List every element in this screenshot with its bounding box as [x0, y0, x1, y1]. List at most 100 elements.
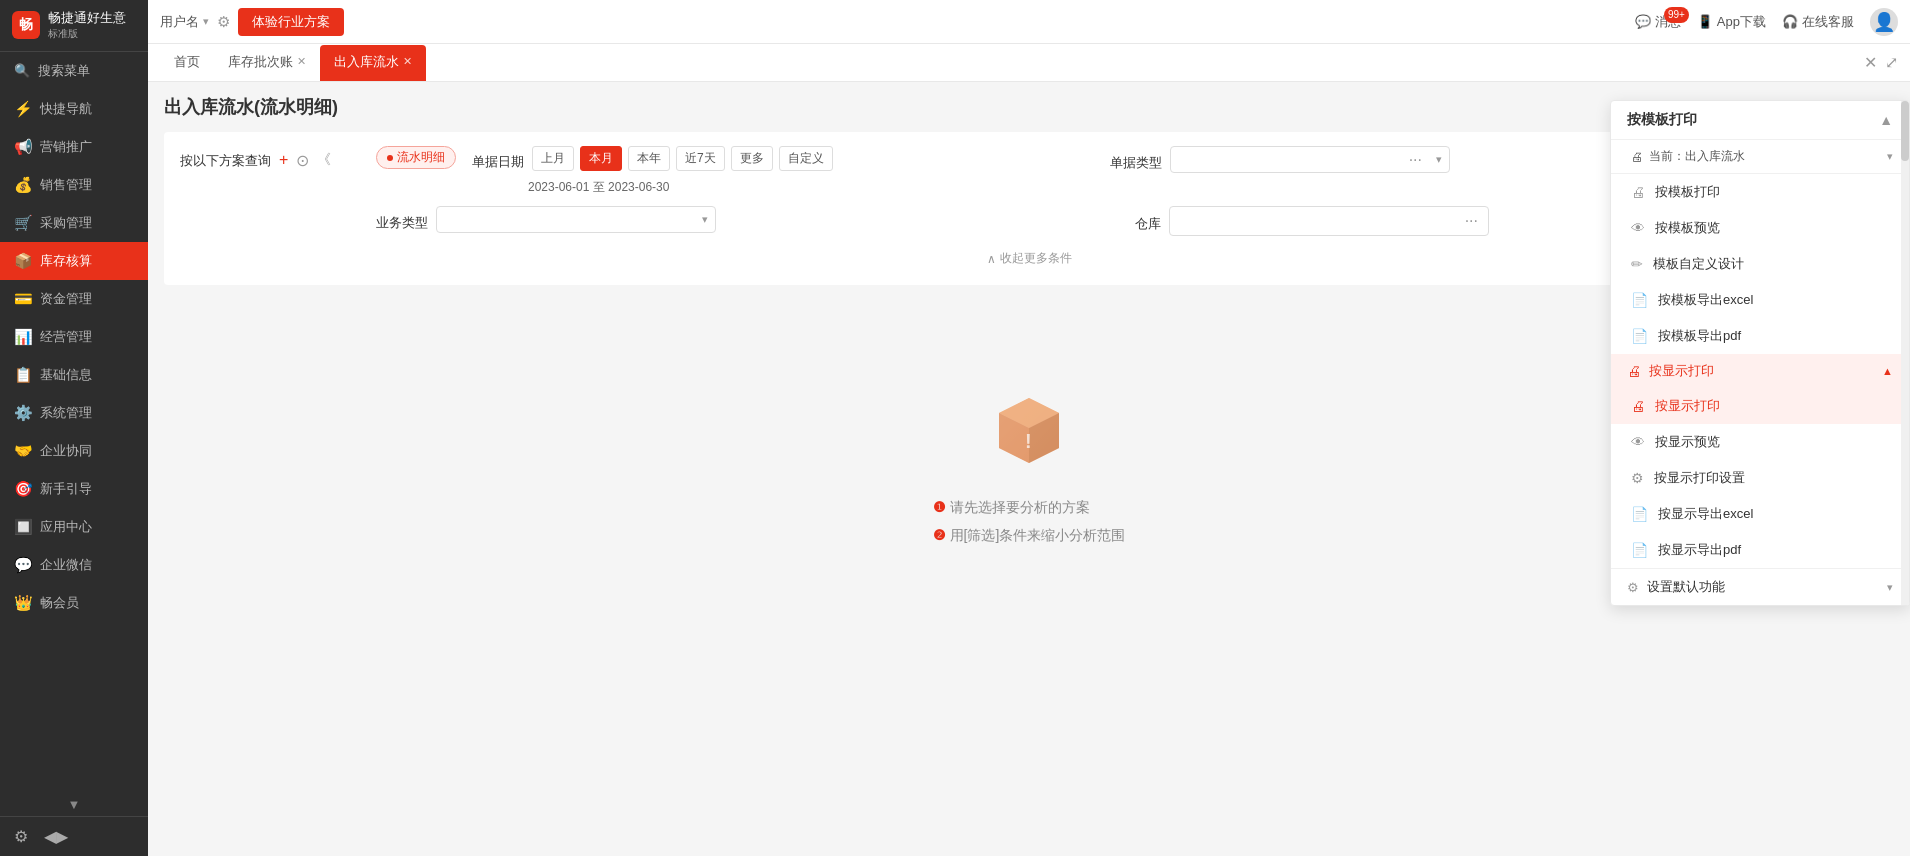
template-excel-icon: 📄 [1631, 292, 1648, 308]
bottom-toggle-icon[interactable]: ◀▶ [44, 827, 68, 846]
dropdown-item-display-pdf[interactable]: 📄 按显示导出pdf [1611, 532, 1909, 568]
sidebar-scroll-down[interactable]: ▼ [0, 793, 148, 816]
beginner-icon: 🎯 [14, 480, 32, 498]
dropdown-item-display-print-settings[interactable]: ⚙ 按显示打印设置 [1611, 460, 1909, 496]
dropdown-item-display-excel[interactable]: 📄 按显示导出excel [1611, 496, 1909, 532]
dropdown-footer[interactable]: ⚙ 设置默认功能 ▾ [1611, 568, 1909, 605]
sidebar-item-operation[interactable]: 📊 经营管理 [0, 318, 148, 356]
sales-icon: 💰 [14, 176, 32, 194]
dropdown-scrollbar-thumb [1901, 101, 1909, 161]
system-icon: ⚙️ [14, 404, 32, 422]
operation-icon: 📊 [14, 328, 32, 346]
display-excel-icon: 📄 [1631, 506, 1648, 522]
business-type-select-wrapper: ▾ [436, 206, 716, 233]
filter-add-btn[interactable]: + [279, 147, 288, 169]
topbar: 用户名 ▾ ⚙ 体验行业方案 💬 消息 99+ 📱 App下载 🎧 在线客服 👤 [148, 0, 1910, 44]
warehouse-more-icon[interactable]: ··· [1465, 212, 1478, 230]
sidebar-item-purchase[interactable]: 🛒 采购管理 [0, 204, 148, 242]
dropdown-item-template-excel[interactable]: 📄 按模板导出excel [1611, 282, 1909, 318]
warehouse-label: 仓库 [1135, 209, 1161, 233]
dropdown-item-display-print[interactable]: 🖨 按显示打印 [1611, 388, 1909, 424]
dropdown-section2-header[interactable]: 🖨 按显示打印 ▲ [1611, 354, 1909, 388]
trial-btn[interactable]: 体验行业方案 [238, 8, 344, 36]
print-dropdown: 按模板打印 ▲ 🖨 当前：出入库流水 ▾ 🖨 按模板打印 👁 按模板预览 ✏ [1610, 100, 1910, 606]
template-print-icon: 🖨 [1631, 184, 1645, 200]
sidebar-item-inventory[interactable]: 📦 库存核算 [0, 242, 148, 280]
app-center-icon: 🔲 [14, 518, 32, 536]
date-btn-last-month[interactable]: 上月 [532, 146, 574, 171]
tabs-bar: 首页 库存批次账 ✕ 出入库流水 ✕ ✕ ⤢ [148, 44, 1910, 82]
avatar[interactable]: 👤 [1870, 8, 1898, 36]
topbar-gear-icon[interactable]: ⚙ [217, 13, 230, 31]
dropdown-collapse-icon[interactable]: ▲ [1879, 112, 1893, 128]
display-print-section-icon: 🖨 [1627, 363, 1641, 379]
date-btn-custom[interactable]: 自定义 [779, 146, 833, 171]
filter-collapse-icon[interactable]: 《 [317, 147, 331, 169]
topbar-left: 用户名 ▾ ⚙ 体验行业方案 [160, 8, 1627, 36]
doc-type-select-wrapper: ▾ ··· [1170, 146, 1450, 173]
search-menu[interactable]: 🔍 搜索菜单 [0, 52, 148, 90]
sidebar-item-sales[interactable]: 💰 销售管理 [0, 166, 148, 204]
dropdown-item-template-preview[interactable]: 👁 按模板预览 [1611, 210, 1909, 246]
app-download-btn[interactable]: 📱 App下载 [1697, 13, 1766, 31]
sidebar-item-basic[interactable]: 📋 基础信息 [0, 356, 148, 394]
doc-type-more-icon[interactable]: ··· [1409, 151, 1422, 169]
user-avatar-icon: 👤 [1873, 11, 1895, 33]
tab-inventory-flow[interactable]: 出入库流水 ✕ [320, 45, 426, 81]
date-btn-this-month[interactable]: 本月 [580, 146, 622, 171]
sidebar-item-quick-nav[interactable]: ⚡ 快捷导航 [0, 90, 148, 128]
sidebar-item-cooperation[interactable]: 🤝 企业协同 [0, 432, 148, 470]
page-title: 出入库流水(流水明细) [164, 95, 338, 119]
inventory-icon: 📦 [14, 252, 32, 270]
sidebar-logo: 畅 畅捷通好生意 标准版 [0, 0, 148, 52]
dropdown-item-display-preview[interactable]: 👁 按显示预览 [1611, 424, 1909, 460]
tab-close-inventory-flow[interactable]: ✕ [403, 55, 412, 68]
dropdown-current-template[interactable]: 🖨 当前：出入库流水 ▾ [1611, 140, 1909, 173]
sidebar-bottom: ⚙ ◀▶ [0, 816, 148, 856]
user-dropdown-arrow[interactable]: ▾ [203, 15, 209, 28]
date-btn-7days[interactable]: 近7天 [676, 146, 725, 171]
tab-expand-btn[interactable]: ⤢ [1885, 53, 1898, 72]
warehouse-field[interactable]: ··· [1169, 206, 1489, 236]
tab-inventory-batch[interactable]: 库存批次账 ✕ [214, 45, 320, 81]
sidebar-item-system[interactable]: ⚙️ 系统管理 [0, 394, 148, 432]
sidebar-item-beginner[interactable]: 🎯 新手引导 [0, 470, 148, 508]
tag-dot [387, 155, 393, 161]
tab-close-window-btn[interactable]: ✕ [1864, 53, 1877, 72]
filter-tag[interactable]: 流水明细 [376, 146, 456, 169]
topbar-right: 💬 消息 99+ 📱 App下载 🎧 在线客服 👤 [1635, 8, 1898, 36]
sidebar-item-wechat[interactable]: 💬 企业微信 [0, 546, 148, 584]
marketing-icon: 📢 [14, 138, 32, 156]
finance-icon: 💳 [14, 290, 32, 308]
sidebar-item-app-center[interactable]: 🔲 应用中心 [0, 508, 148, 546]
filter-settings-icon[interactable]: ⊙ [296, 147, 309, 170]
settings-default-icon: ⚙ [1627, 580, 1639, 595]
business-type-select[interactable] [436, 206, 716, 233]
dropdown-item-template-print[interactable]: 🖨 按模板打印 [1611, 174, 1909, 210]
dropdown-item-template-pdf[interactable]: 📄 按模板导出pdf [1611, 318, 1909, 354]
display-print-icon: 🖨 [1631, 398, 1645, 414]
bottom-settings-icon[interactable]: ⚙ [14, 827, 28, 846]
display-preview-icon: 👁 [1631, 434, 1645, 450]
online-service-btn[interactable]: 🎧 在线客服 [1782, 13, 1854, 31]
current-template-icon: 🖨 [1631, 150, 1643, 164]
tab-close-inventory-batch[interactable]: ✕ [297, 55, 306, 68]
date-btn-more[interactable]: 更多 [731, 146, 773, 171]
dropdown-title: 按模板打印 [1627, 111, 1697, 129]
user-area[interactable]: 用户名 ▾ [160, 13, 209, 31]
sidebar-item-marketing[interactable]: 📢 营销推广 [0, 128, 148, 166]
message-btn[interactable]: 💬 消息 99+ [1635, 13, 1681, 31]
basic-icon: 📋 [14, 366, 32, 384]
cooperation-icon: 🤝 [14, 442, 32, 460]
date-range: 2023-06-01 至 2023-06-30 [528, 179, 669, 196]
dropdown-scrollbar[interactable] [1901, 101, 1909, 605]
section2-collapse-icon: ▲ [1882, 365, 1893, 377]
sidebar-item-member[interactable]: 👑 畅会员 [0, 584, 148, 622]
doc-type-label: 单据类型 [1110, 148, 1162, 172]
template-preview-icon: 👁 [1631, 220, 1645, 236]
footer-arrow-icon: ▾ [1887, 581, 1893, 594]
date-btn-this-year[interactable]: 本年 [628, 146, 670, 171]
sidebar-item-finance[interactable]: 💳 资金管理 [0, 280, 148, 318]
tab-home[interactable]: 首页 [160, 45, 214, 81]
dropdown-item-template-design[interactable]: ✏ 模板自定义设计 [1611, 246, 1909, 282]
